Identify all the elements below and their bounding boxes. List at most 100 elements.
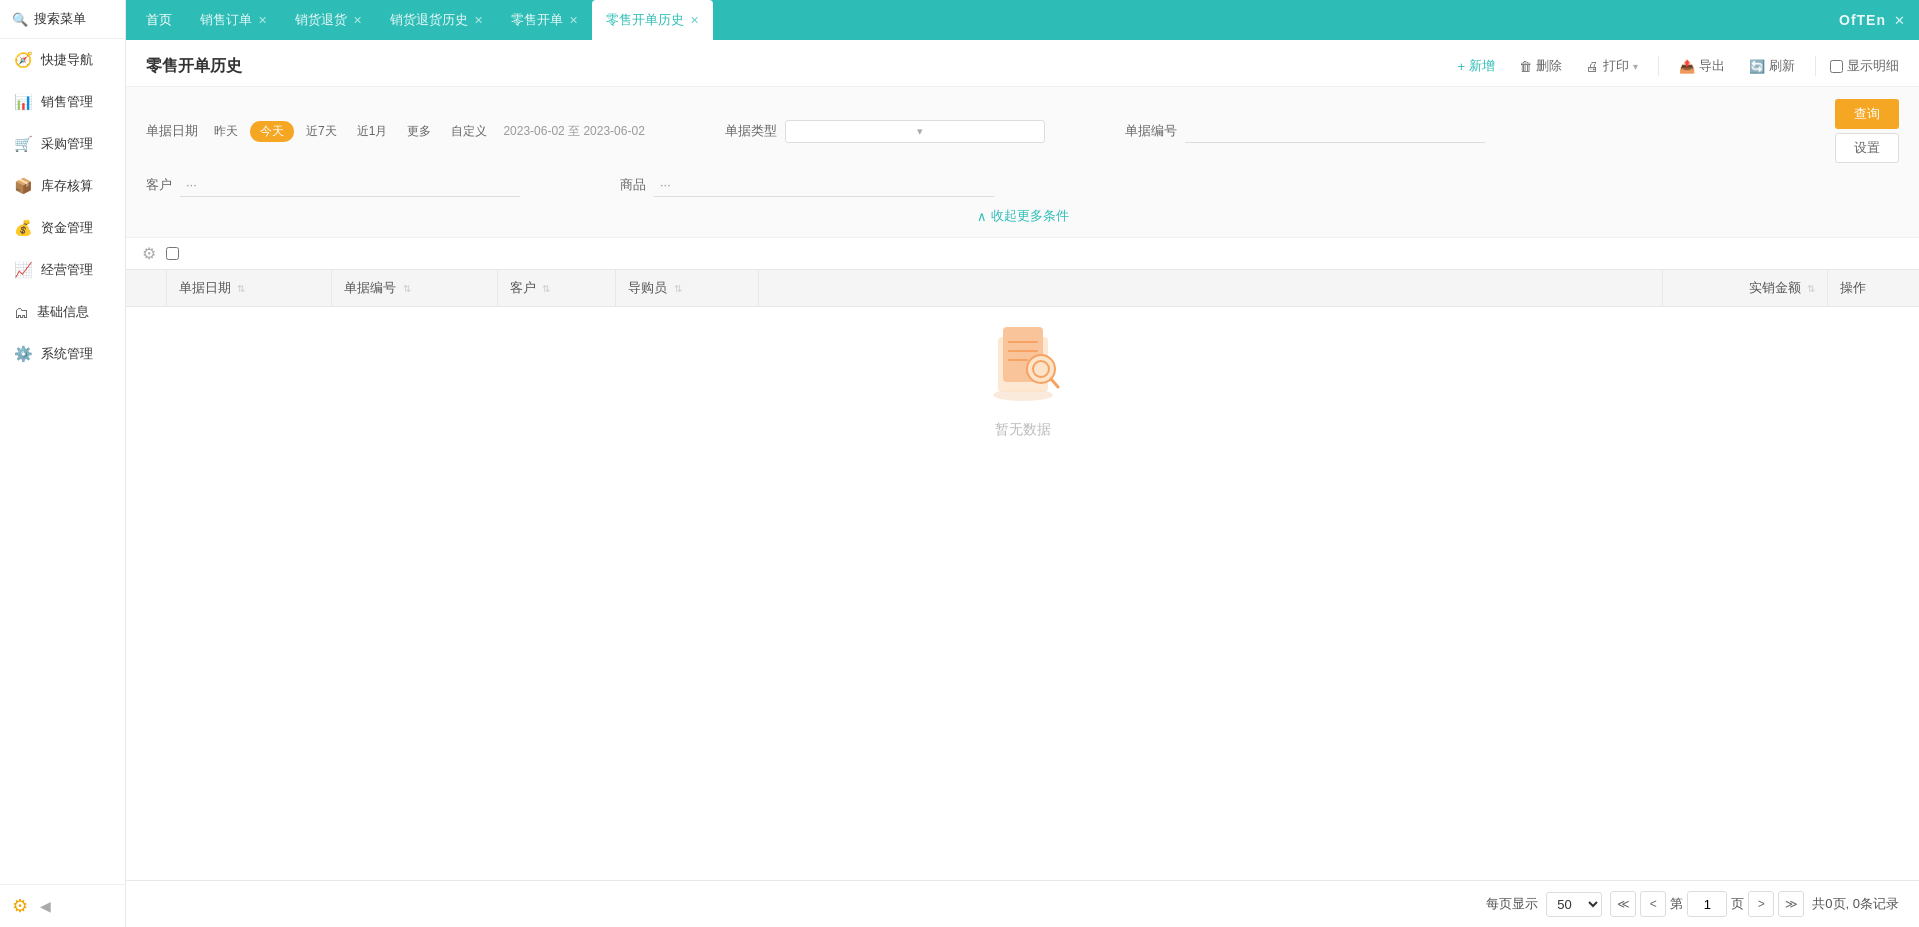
- sidebar-label-basic-info: 基础信息: [37, 303, 89, 321]
- export-button[interactable]: 📤 导出: [1673, 54, 1731, 78]
- sort-date-icon: ⇅: [237, 283, 245, 294]
- customer-input[interactable]: [180, 173, 520, 197]
- close-window-icon[interactable]: ✕: [1894, 13, 1905, 28]
- nav-tab-sales-return-history[interactable]: 销货退货历史✕: [376, 0, 497, 40]
- sidebar-item-sales-mgmt[interactable]: 📊销售管理: [0, 81, 125, 123]
- th-amount[interactable]: 实销金额 ⇅: [1662, 270, 1828, 307]
- sidebar-menu: 🧭快捷导航📊销售管理🛒采购管理 📦 库存核算 💰资金管理📈经营管理🗂基础信息 ⚙️ 系统管…: [0, 39, 125, 884]
- show-detail-checkbox[interactable]: 显示明细: [1830, 57, 1899, 75]
- sidebar-item-operations[interactable]: 📈经营管理: [0, 249, 125, 291]
- sidebar-label-purchase-mgmt: 采购管理: [41, 135, 93, 153]
- nav-tab-close-retail-open-history[interactable]: ✕: [690, 14, 699, 27]
- th-guide[interactable]: 导购员 ⇅: [616, 270, 758, 307]
- search-menu-btn[interactable]: 🔍 搜索菜单: [0, 0, 125, 39]
- sidebar-item-quick-nav[interactable]: 🧭快捷导航: [0, 39, 125, 81]
- export-label: 导出: [1699, 57, 1725, 75]
- filter-type: 单据类型 ▾: [725, 120, 1045, 143]
- next-page-btn[interactable]: >: [1748, 891, 1774, 917]
- table-head: 单据日期 ⇅ 单据编号 ⇅ 客户 ⇅ 导购员 ⇅ 实销金额 ⇅ 操作: [126, 270, 1919, 307]
- delete-button[interactable]: 🗑 删除: [1513, 54, 1568, 78]
- content-area: 零售开单历史 + 新增 🗑 删除 🖨 打印 ▾ 📤 导出: [126, 40, 1919, 927]
- sidebar-icon-system: ⚙️: [14, 345, 33, 363]
- nav-tab-retail-open[interactable]: 零售开单 ✕: [497, 0, 592, 40]
- collapse-btn[interactable]: ∧ 收起更多条件: [146, 207, 1899, 225]
- empty-illustration: [973, 307, 1073, 407]
- sidebar-icon-operations: 📈: [14, 261, 33, 279]
- show-detail-label: 显示明细: [1847, 57, 1899, 75]
- number-label: 单据编号: [1125, 122, 1177, 140]
- sidebar-item-basic-info[interactable]: 🗂基础信息: [0, 291, 125, 333]
- th-number[interactable]: 单据编号 ⇅: [332, 270, 498, 307]
- th-customer[interactable]: 客户 ⇅: [497, 270, 616, 307]
- number-input[interactable]: [1185, 119, 1485, 143]
- sidebar-item-system[interactable]: ⚙️ 系统管理: [0, 333, 125, 375]
- type-label: 单据类型: [725, 122, 777, 140]
- goods-label: 商品: [620, 176, 646, 194]
- collapse-sidebar-icon[interactable]: ◀: [40, 898, 51, 914]
- query-settings-area: 查询 设置: [1835, 99, 1899, 163]
- query-button[interactable]: 查询: [1835, 99, 1899, 129]
- type-select[interactable]: ▾: [785, 120, 1045, 143]
- filter-date: 单据日期 昨天 今天 近7天 近1月 更多 自定义 2023-06-02 至 2…: [146, 121, 645, 142]
- date-quick-btns: 昨天 今天 近7天 近1月 更多 自定义: [206, 121, 495, 142]
- settings-button[interactable]: 设置: [1835, 133, 1899, 163]
- date-btn-7days[interactable]: 近7天: [298, 121, 345, 142]
- main-area: 首页销售订单✕销货退货✕销货退货历史✕零售开单✕零售开单历史✕ OfTEn ✕ …: [126, 0, 1919, 927]
- per-page-select[interactable]: 50 10 20 100: [1546, 892, 1602, 917]
- nav-tab-close-sales-return[interactable]: ✕: [353, 14, 362, 27]
- toolbar-divider: [1658, 56, 1659, 76]
- date-btn-yesterday[interactable]: 昨天: [206, 121, 246, 142]
- sort-amount-icon: ⇅: [1807, 283, 1815, 294]
- filter-row-1: 单据日期 昨天 今天 近7天 近1月 更多 自定义 2023-06-02 至 2…: [146, 99, 1899, 163]
- print-button[interactable]: 🖨 打印 ▾: [1580, 54, 1644, 78]
- sidebar-label-system: 系统管理: [41, 345, 93, 363]
- customer-label: 客户: [146, 176, 172, 194]
- prev-page-btn[interactable]: <: [1640, 891, 1666, 917]
- first-page-btn[interactable]: ≪: [1610, 891, 1636, 917]
- brand-label: OfTEn: [1839, 12, 1886, 28]
- collapse-label: 收起更多条件: [991, 207, 1069, 225]
- table-wrapper: 单据日期 ⇅ 单据编号 ⇅ 客户 ⇅ 导购员 ⇅ 实销金额 ⇅ 操作: [126, 270, 1919, 880]
- refresh-button[interactable]: 🔄 刷新: [1743, 54, 1801, 78]
- type-select-arrow: ▾: [917, 125, 1036, 138]
- page-number-input[interactable]: [1687, 891, 1727, 917]
- export-icon: 📤: [1679, 59, 1695, 74]
- date-btn-1month[interactable]: 近1月: [349, 121, 396, 142]
- settings-icon[interactable]: ⚙: [12, 895, 28, 917]
- date-btn-more[interactable]: 更多: [399, 121, 439, 142]
- nav-tab-retail-open-history[interactable]: 零售开单历史✕: [592, 0, 713, 40]
- last-page-btn[interactable]: ≫: [1778, 891, 1804, 917]
- delete-icon: 🗑: [1519, 59, 1532, 74]
- table-area: ⚙ 单据日期 ⇅ 单据编号 ⇅ 客户 ⇅ 导购员 ⇅ 实销金额 ⇅: [126, 238, 1919, 880]
- new-button[interactable]: + 新增: [1451, 54, 1501, 78]
- th-spacer: [758, 270, 1662, 307]
- nav-tab-label-retail-open: 零售开单: [511, 11, 563, 29]
- nav-tab-close-sales-return-history[interactable]: ✕: [474, 14, 483, 27]
- th-date[interactable]: 单据日期 ⇅: [166, 270, 332, 307]
- nav-tab-close-retail-open[interactable]: ✕: [569, 14, 578, 27]
- sidebar-icon-inventory: 📦: [14, 177, 33, 195]
- nav-right: OfTEn ✕: [1839, 12, 1913, 28]
- filter-number: 单据编号: [1125, 119, 1485, 143]
- nav-tab-close-sales-order[interactable]: ✕: [258, 14, 267, 27]
- show-detail-input[interactable]: [1830, 60, 1843, 73]
- sidebar-item-purchase-mgmt[interactable]: 🛒采购管理: [0, 123, 125, 165]
- date-btn-custom[interactable]: 自定义: [443, 121, 495, 142]
- nav-tab-home[interactable]: 首页: [132, 0, 186, 40]
- refresh-label: 刷新: [1769, 57, 1795, 75]
- select-all-checkbox[interactable]: [166, 247, 179, 260]
- table-toolbar: ⚙: [126, 238, 1919, 270]
- sidebar-item-finance[interactable]: 💰资金管理: [0, 207, 125, 249]
- delete-label: 删除: [1536, 57, 1562, 75]
- goods-input[interactable]: [654, 173, 994, 197]
- print-arrow-icon: ▾: [1633, 61, 1638, 72]
- sidebar-bottom: ⚙ ◀: [0, 884, 125, 927]
- date-btn-today[interactable]: 今天: [250, 121, 294, 142]
- table-settings-icon[interactable]: ⚙: [142, 244, 156, 263]
- sidebar-item-inventory[interactable]: 📦 库存核算: [0, 165, 125, 207]
- page-header: 零售开单历史 + 新增 🗑 删除 🖨 打印 ▾ 📤 导出: [126, 40, 1919, 87]
- nav-tab-sales-order[interactable]: 销售订单✕: [186, 0, 281, 40]
- nav-tab-sales-return[interactable]: 销货退货 ✕: [281, 0, 376, 40]
- sidebar-label-inventory: 库存核算: [41, 177, 93, 195]
- nav-tab-label-sales-return: 销货退货: [295, 11, 347, 29]
